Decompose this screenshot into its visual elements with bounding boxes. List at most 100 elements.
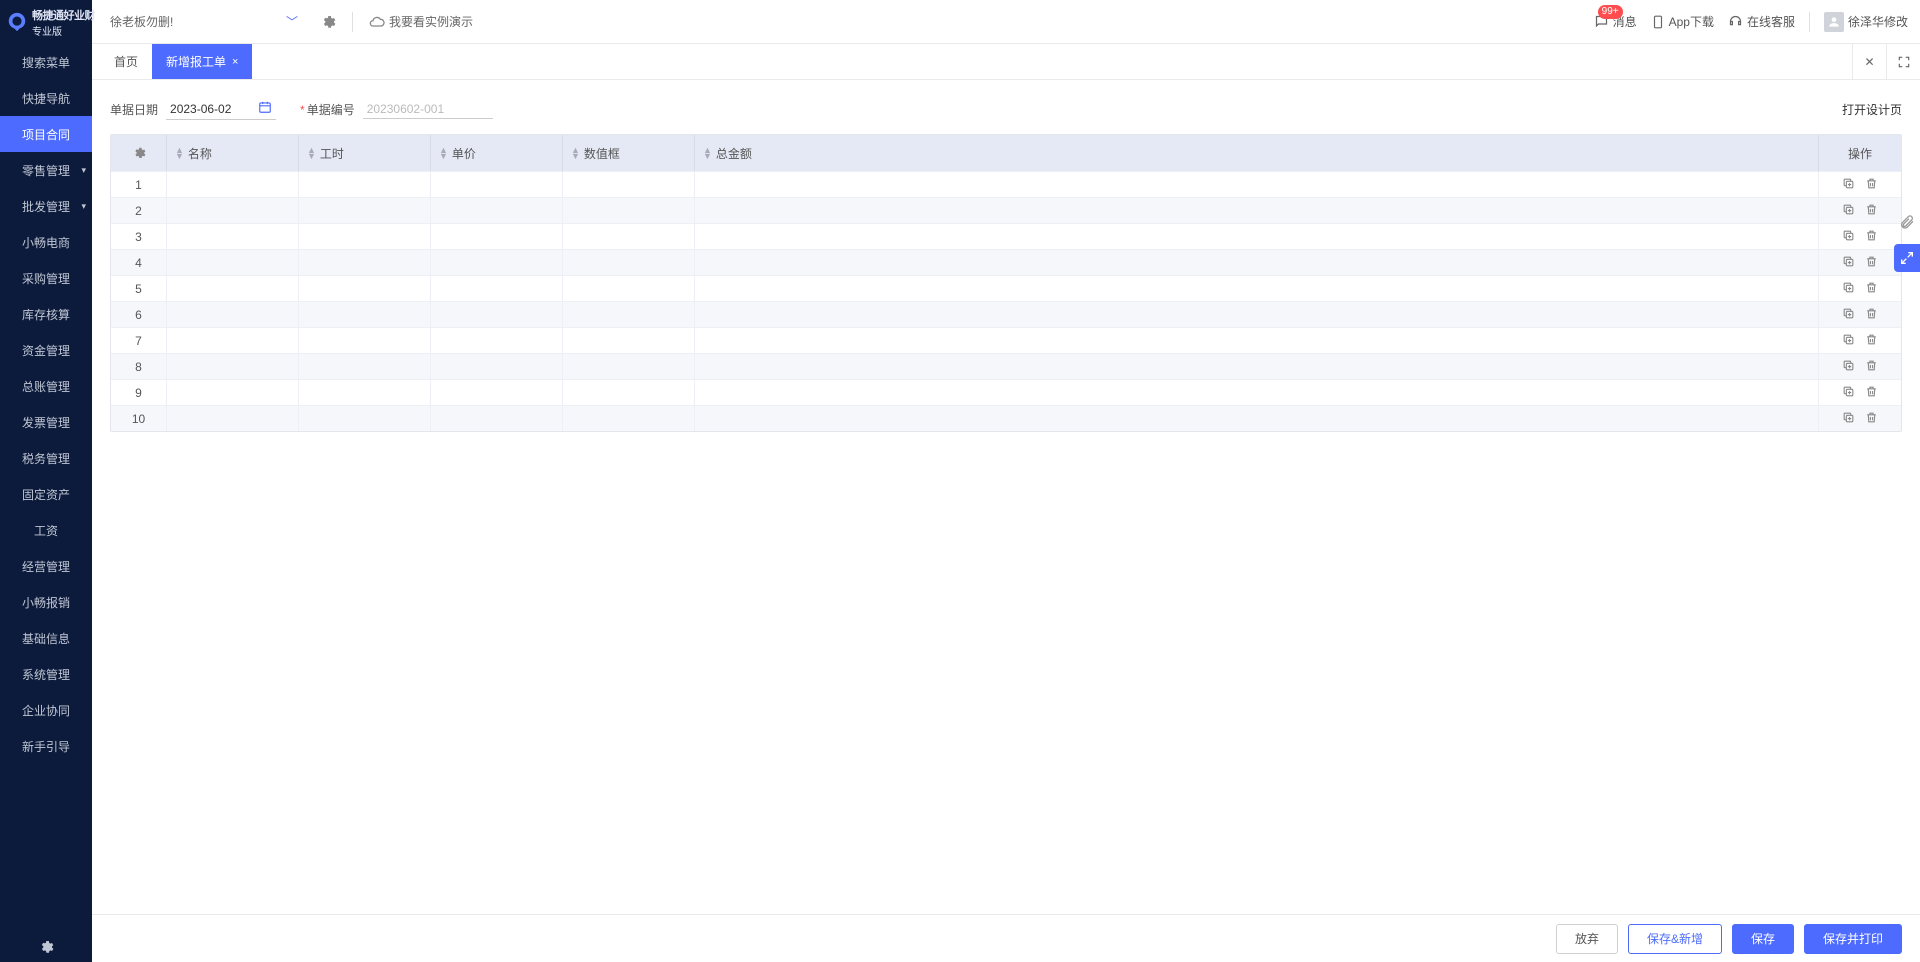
- org-selector[interactable]: 徐老板勿删! ﹀: [104, 8, 304, 36]
- cell-price[interactable]: [431, 354, 563, 379]
- sidebar-item-2[interactable]: 项目合同: [0, 116, 92, 152]
- cell-total[interactable]: [695, 250, 1819, 275]
- cell-time[interactable]: [299, 276, 431, 301]
- sidebar-item-4[interactable]: 批发管理▾: [0, 188, 92, 224]
- cell-price[interactable]: [431, 302, 563, 327]
- delete-row-button[interactable]: [1865, 255, 1878, 271]
- sidebar-item-11[interactable]: 税务管理: [0, 440, 92, 476]
- copy-row-button[interactable]: [1842, 203, 1855, 219]
- code-input[interactable]: 20230602-001: [363, 100, 493, 119]
- tab-1[interactable]: 新增报工单×: [152, 44, 252, 79]
- sidebar-item-14[interactable]: 经营管理: [0, 548, 92, 584]
- cell-total[interactable]: [695, 406, 1819, 431]
- cell-time[interactable]: [299, 224, 431, 249]
- copy-row-button[interactable]: [1842, 229, 1855, 245]
- cell-num[interactable]: [563, 328, 695, 353]
- cell-num[interactable]: [563, 250, 695, 275]
- cell-price[interactable]: [431, 224, 563, 249]
- cell-name[interactable]: [167, 380, 299, 405]
- sidebar-settings[interactable]: [0, 932, 92, 962]
- cell-name[interactable]: [167, 276, 299, 301]
- copy-row-button[interactable]: [1842, 281, 1855, 297]
- sidebar-item-1[interactable]: 快捷导航: [0, 80, 92, 116]
- delete-row-button[interactable]: [1865, 359, 1878, 375]
- cell-total[interactable]: [695, 354, 1819, 379]
- cell-total[interactable]: [695, 224, 1819, 249]
- sidebar-item-12[interactable]: 固定资产: [0, 476, 92, 512]
- column-header-name[interactable]: ▲▼名称: [167, 135, 299, 171]
- sidebar-item-9[interactable]: 总账管理: [0, 368, 92, 404]
- cell-name[interactable]: [167, 250, 299, 275]
- sidebar-item-19[interactable]: 新手引导: [0, 728, 92, 764]
- column-header-total[interactable]: ▲▼总金额: [695, 135, 1819, 171]
- cell-name[interactable]: [167, 302, 299, 327]
- cell-time[interactable]: [299, 328, 431, 353]
- cell-time[interactable]: [299, 198, 431, 223]
- cell-price[interactable]: [431, 276, 563, 301]
- cell-name[interactable]: [167, 354, 299, 379]
- user-menu[interactable]: 徐泽华修改: [1824, 12, 1908, 32]
- close-all-tabs-button[interactable]: ✕: [1852, 44, 1886, 79]
- cell-price[interactable]: [431, 198, 563, 223]
- save-and-print-button[interactable]: 保存并打印: [1804, 924, 1902, 954]
- cell-name[interactable]: [167, 198, 299, 223]
- sidebar-item-17[interactable]: 系统管理: [0, 656, 92, 692]
- cell-num[interactable]: [563, 276, 695, 301]
- cell-num[interactable]: [563, 354, 695, 379]
- cell-price[interactable]: [431, 406, 563, 431]
- app-download-button[interactable]: App下载: [1651, 13, 1714, 30]
- expand-widget[interactable]: [1894, 244, 1920, 272]
- cell-total[interactable]: [695, 276, 1819, 301]
- delete-row-button[interactable]: [1865, 177, 1878, 193]
- copy-row-button[interactable]: [1842, 177, 1855, 193]
- cell-time[interactable]: [299, 172, 431, 197]
- messages-button[interactable]: 消息 99+: [1594, 13, 1637, 30]
- cell-time[interactable]: [299, 354, 431, 379]
- sidebar-item-7[interactable]: 库存核算: [0, 296, 92, 332]
- copy-row-button[interactable]: [1842, 255, 1855, 271]
- cell-total[interactable]: [695, 328, 1819, 353]
- cell-num[interactable]: [563, 380, 695, 405]
- cell-name[interactable]: [167, 406, 299, 431]
- fullscreen-button[interactable]: [1886, 44, 1920, 79]
- sidebar-item-5[interactable]: 小畅电商: [0, 224, 92, 260]
- cell-name[interactable]: [167, 224, 299, 249]
- date-input[interactable]: 2023-06-02: [166, 98, 276, 120]
- sidebar-item-18[interactable]: 企业协同: [0, 692, 92, 728]
- design-link[interactable]: 打开设计页: [1842, 101, 1902, 118]
- delete-row-button[interactable]: [1865, 203, 1878, 219]
- save-and-new-button[interactable]: 保存&新增: [1628, 924, 1722, 954]
- cell-total[interactable]: [695, 380, 1819, 405]
- cell-total[interactable]: [695, 198, 1819, 223]
- column-header-time[interactable]: ▲▼工时: [299, 135, 431, 171]
- cell-num[interactable]: [563, 302, 695, 327]
- sidebar-item-10[interactable]: 发票管理: [0, 404, 92, 440]
- cell-time[interactable]: [299, 250, 431, 275]
- demo-link[interactable]: 我要看实例演示: [369, 13, 473, 30]
- cell-total[interactable]: [695, 302, 1819, 327]
- tab-0[interactable]: 首页: [100, 44, 152, 79]
- save-button[interactable]: 保存: [1732, 924, 1794, 954]
- delete-row-button[interactable]: [1865, 229, 1878, 245]
- close-tab-icon[interactable]: ×: [232, 56, 238, 68]
- settings-button[interactable]: [316, 10, 340, 34]
- copy-row-button[interactable]: [1842, 307, 1855, 323]
- cell-name[interactable]: [167, 172, 299, 197]
- cell-name[interactable]: [167, 328, 299, 353]
- sidebar-item-6[interactable]: 采购管理: [0, 260, 92, 296]
- cell-num[interactable]: [563, 224, 695, 249]
- cell-time[interactable]: [299, 406, 431, 431]
- sidebar-item-15[interactable]: 小畅报销: [0, 584, 92, 620]
- cell-time[interactable]: [299, 380, 431, 405]
- copy-row-button[interactable]: [1842, 333, 1855, 349]
- copy-row-button[interactable]: [1842, 411, 1855, 427]
- cell-num[interactable]: [563, 406, 695, 431]
- cell-price[interactable]: [431, 380, 563, 405]
- delete-row-button[interactable]: [1865, 333, 1878, 349]
- discard-button[interactable]: 放弃: [1556, 924, 1618, 954]
- cell-price[interactable]: [431, 250, 563, 275]
- copy-row-button[interactable]: [1842, 385, 1855, 401]
- column-header-price[interactable]: ▲▼单价: [431, 135, 563, 171]
- column-settings[interactable]: [111, 135, 167, 171]
- cell-time[interactable]: [299, 302, 431, 327]
